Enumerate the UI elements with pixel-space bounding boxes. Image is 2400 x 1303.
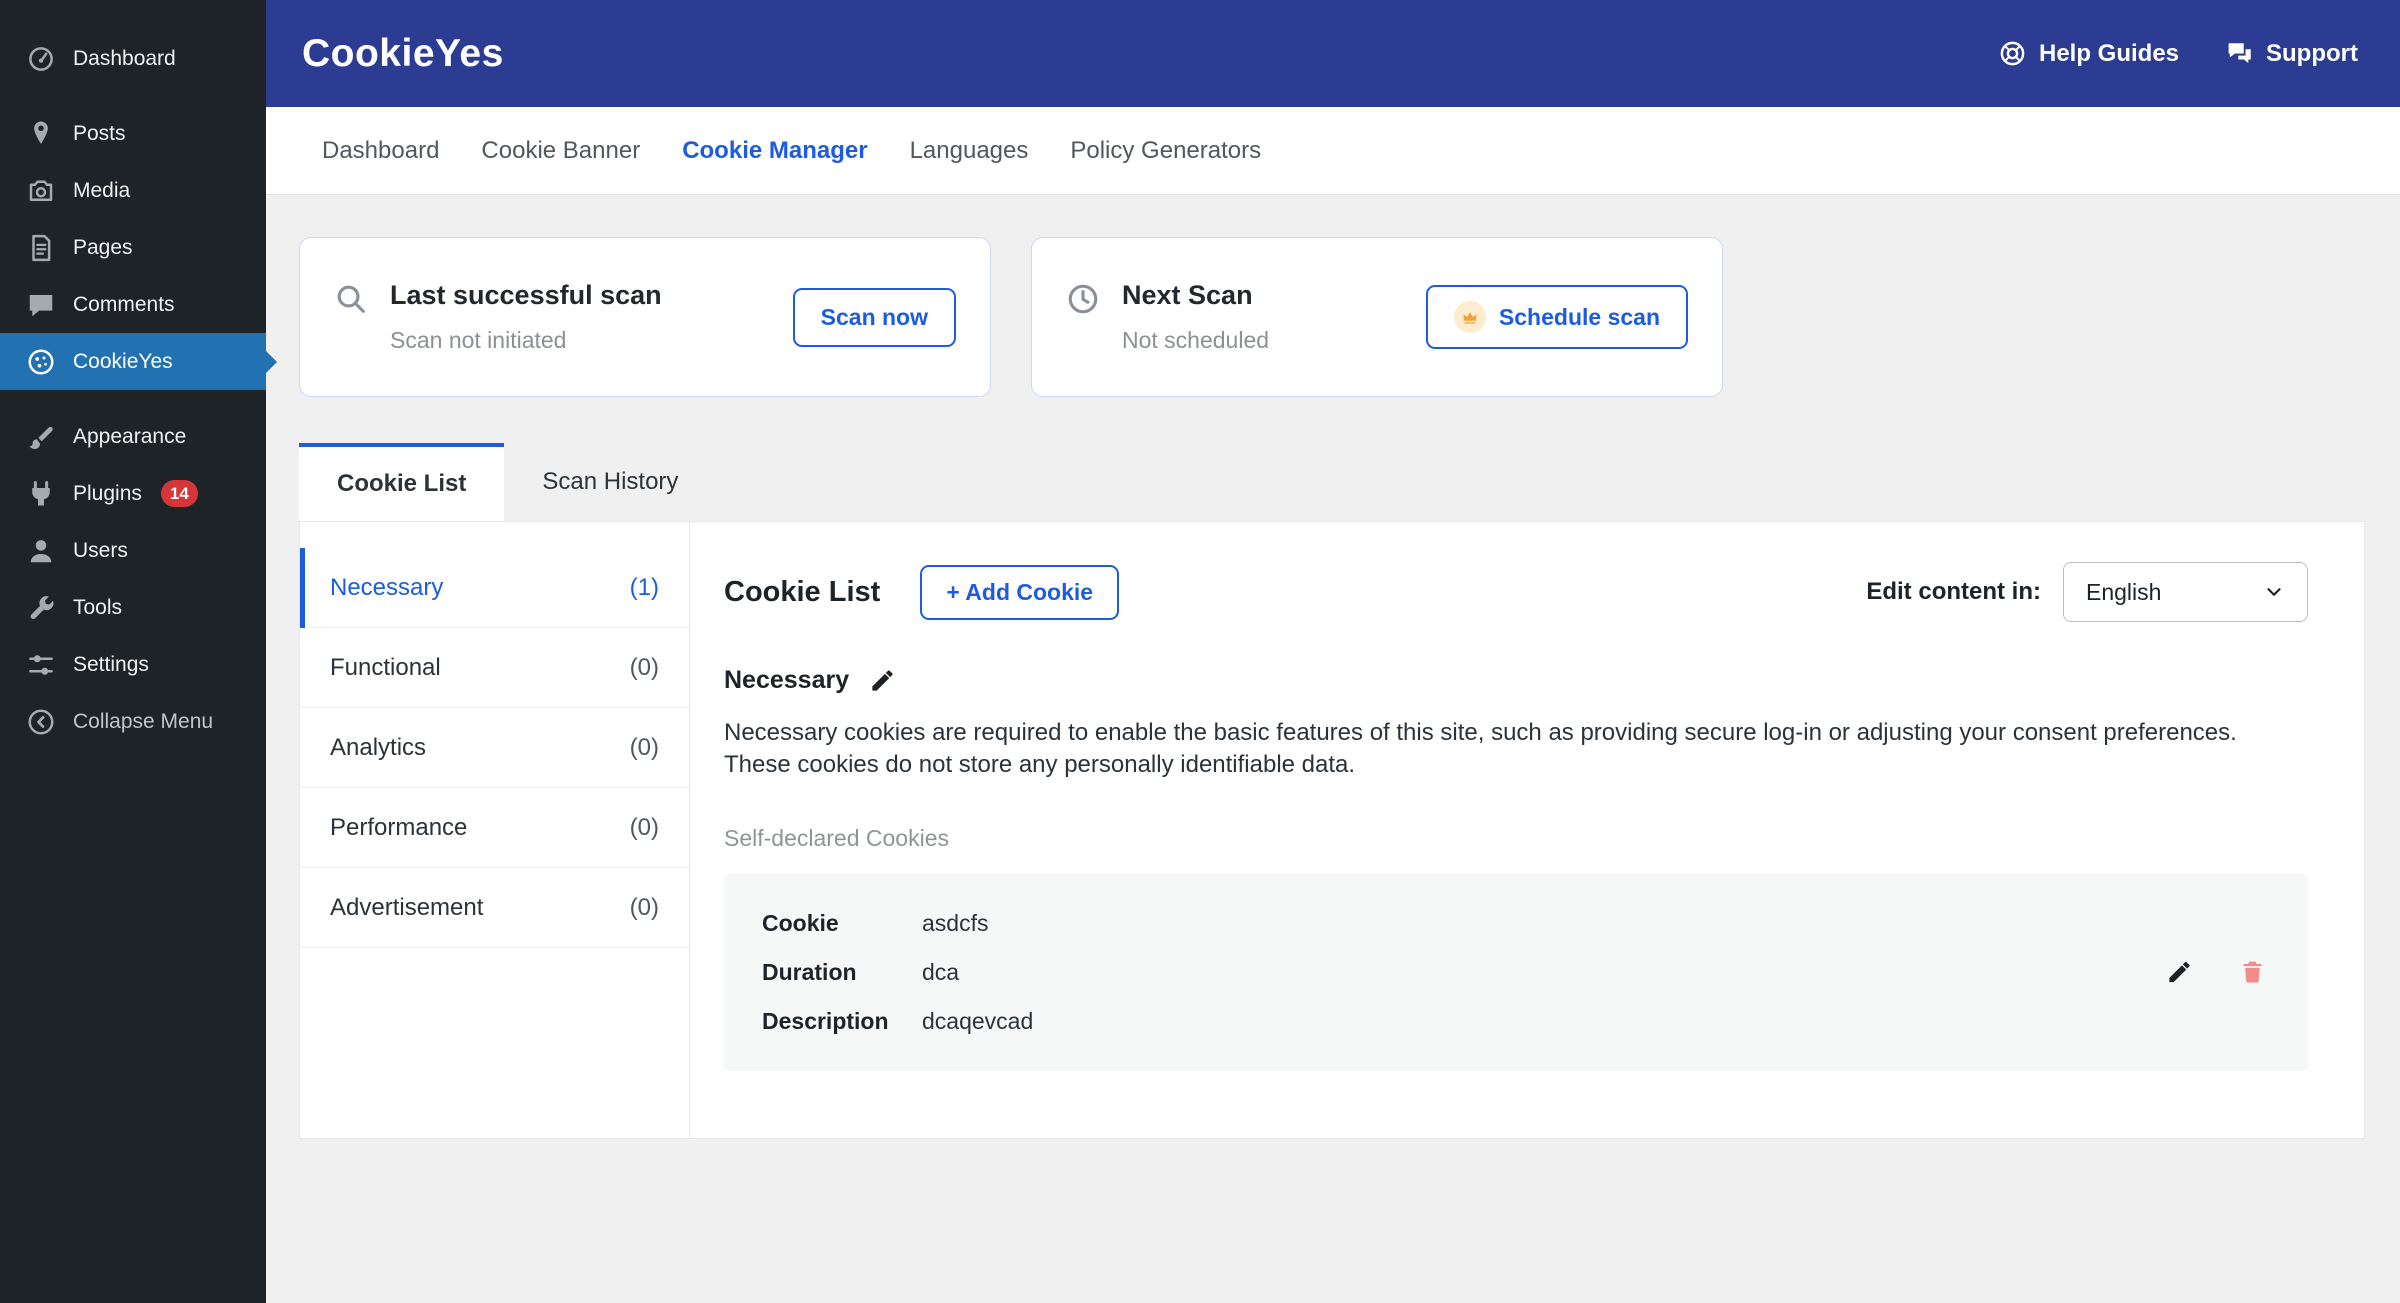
wp-admin-sidebar: Dashboard Posts Media Pages Comments Coo… (0, 0, 266, 1303)
chevron-down-icon (2263, 581, 2285, 603)
category-necessary[interactable]: Necessary (1) (300, 548, 689, 628)
next-scan-card: Next Scan Not scheduled Schedule scan (1031, 237, 1723, 397)
cookieyes-header: CookieYes Help Guides Support (266, 0, 2400, 107)
page-title: Cookie List (724, 575, 881, 608)
delete-cookie-icon[interactable] (2239, 959, 2266, 986)
help-guides-icon (1998, 39, 2027, 68)
users-icon (26, 536, 56, 566)
sidebar-item-appearance[interactable]: Appearance (0, 408, 266, 465)
cookieyes-logo: CookieYes (302, 31, 504, 75)
nav-link-languages[interactable]: Languages (908, 131, 1031, 171)
cookie-duration-value: dca (922, 958, 960, 985)
collapse-icon (26, 707, 56, 737)
last-scan-title: Last successful scan (390, 280, 662, 310)
cookie-list-panel: Necessary (1) Functional (0) Analytics (… (299, 521, 2365, 1139)
appearance-icon (26, 422, 56, 452)
cookie-icon (26, 347, 56, 377)
next-scan-title: Next Scan (1122, 280, 1253, 310)
category-description: Necessary cookies are required to enable… (724, 719, 2237, 778)
sidebar-item-users[interactable]: Users (0, 522, 266, 579)
sidebar-item-comments[interactable]: Comments (0, 276, 266, 333)
sidebar-item-dashboard[interactable]: Dashboard (0, 30, 266, 87)
plugin-nav: Dashboard Cookie Banner Cookie Manager Lang… (266, 107, 2400, 195)
next-scan-status: Not scheduled (1122, 327, 1270, 353)
edit-content-label: Edit content in: (1866, 578, 2041, 605)
sidebar-item-cookieyes[interactable]: CookieYes (0, 333, 266, 390)
nav-link-cookie-banner[interactable]: Cookie Banner (479, 131, 642, 171)
support-icon (2225, 39, 2254, 68)
cookieyes-admin-screen: Dashboard Posts Media Pages Comments Coo… (0, 0, 2400, 1303)
edit-content-in: Edit content in: English (1866, 562, 2308, 622)
sidebar-item-label: Collapse Menu (73, 709, 214, 733)
scan-now-button[interactable]: Scan now (792, 287, 956, 347)
nav-link-cookie-manager[interactable]: Cookie Manager (680, 131, 869, 171)
last-scan-status: Scan not initiated (390, 327, 567, 353)
category-functional[interactable]: Functional (0) (300, 628, 689, 708)
main-area: CookieYes Help Guides Support Dashboard C… (266, 0, 2400, 1303)
category-list: Necessary (1) Functional (0) Analytics (… (300, 522, 690, 1138)
sidebar-item-media[interactable]: Media (0, 162, 266, 219)
language-selected-value: English (2086, 578, 2162, 605)
plugins-badge: 14 (160, 480, 198, 507)
settings-icon (26, 650, 56, 680)
cookie-name-value: asdcfs (922, 909, 989, 936)
scan-cards: Last successful scan Scan not initiated … (299, 237, 2365, 397)
schedule-scan-button[interactable]: Schedule scan (1425, 285, 1688, 349)
cookie-description-label: Description (762, 1007, 889, 1034)
comments-icon (26, 290, 56, 320)
tab-cookie-list[interactable]: Cookie List (299, 443, 505, 521)
plugins-icon (26, 479, 56, 509)
last-scan-card: Last successful scan Scan not initiated … (299, 237, 991, 397)
tabs: Cookie List Scan History (299, 443, 2365, 521)
sidebar-item-plugins[interactable]: Plugins 14 (0, 465, 266, 522)
self-declared-label: Self-declared Cookies (724, 824, 950, 851)
sidebar-item-posts[interactable]: Posts (0, 105, 266, 162)
page-content: Last successful scan Scan not initiated … (266, 195, 2400, 1303)
cookie-description-value: dcaqevcad (922, 1007, 1034, 1034)
help-guides-link[interactable]: Help Guides (1998, 39, 2179, 68)
category-pane: Cookie List + Add Cookie Edit content in… (690, 522, 2364, 1138)
pages-icon (26, 233, 56, 263)
help-guides-label: Help Guides (2038, 39, 2180, 67)
tools-icon (26, 593, 56, 623)
edit-cookie-icon[interactable] (2166, 959, 2193, 986)
nav-link-policy-generators[interactable]: Policy Generators (1068, 131, 1263, 171)
cookie-entry: Cookie asdcfs Duration dca Description d… (724, 873, 2308, 1071)
pane-header: Cookie List + Add Cookie Edit content in… (724, 562, 2308, 622)
support-label: Support (2266, 39, 2358, 67)
edit-category-icon[interactable] (869, 667, 896, 694)
support-link[interactable]: Support (2225, 39, 2358, 68)
media-icon (26, 176, 56, 206)
category-title: Necessary (724, 666, 850, 694)
category-title-row: Necessary (724, 666, 2308, 695)
category-advertisement[interactable]: Advertisement (0) (300, 868, 689, 948)
add-cookie-button[interactable]: + Add Cookie (920, 564, 1120, 620)
sidebar-item-settings[interactable]: Settings (0, 636, 266, 693)
sidebar-item-pages[interactable]: Pages (0, 219, 266, 276)
nav-link-dashboard[interactable]: Dashboard (320, 131, 441, 171)
language-select[interactable]: English (2063, 562, 2308, 622)
search-icon (334, 282, 368, 316)
cookie-actions (2166, 959, 2266, 986)
dashboard-icon (26, 44, 56, 74)
pin-icon (26, 119, 56, 149)
tab-scan-history[interactable]: Scan History (504, 443, 716, 521)
sidebar-menu: Dashboard Posts Media Pages Comments Coo… (0, 30, 266, 693)
category-analytics[interactable]: Analytics (0) (300, 708, 689, 788)
cookie-fields: Cookie asdcfs Duration dca Description d… (762, 910, 2270, 1035)
clock-icon (1066, 282, 1100, 316)
cookie-duration-label: Duration (762, 958, 857, 985)
sidebar-item-tools[interactable]: Tools (0, 579, 266, 636)
cookie-name-label: Cookie (762, 909, 839, 936)
premium-crown-icon (1453, 301, 1486, 333)
header-links: Help Guides Support (1998, 39, 2358, 68)
category-performance[interactable]: Performance (0) (300, 788, 689, 868)
sidebar-item-collapse-menu[interactable]: Collapse Menu (0, 693, 266, 750)
